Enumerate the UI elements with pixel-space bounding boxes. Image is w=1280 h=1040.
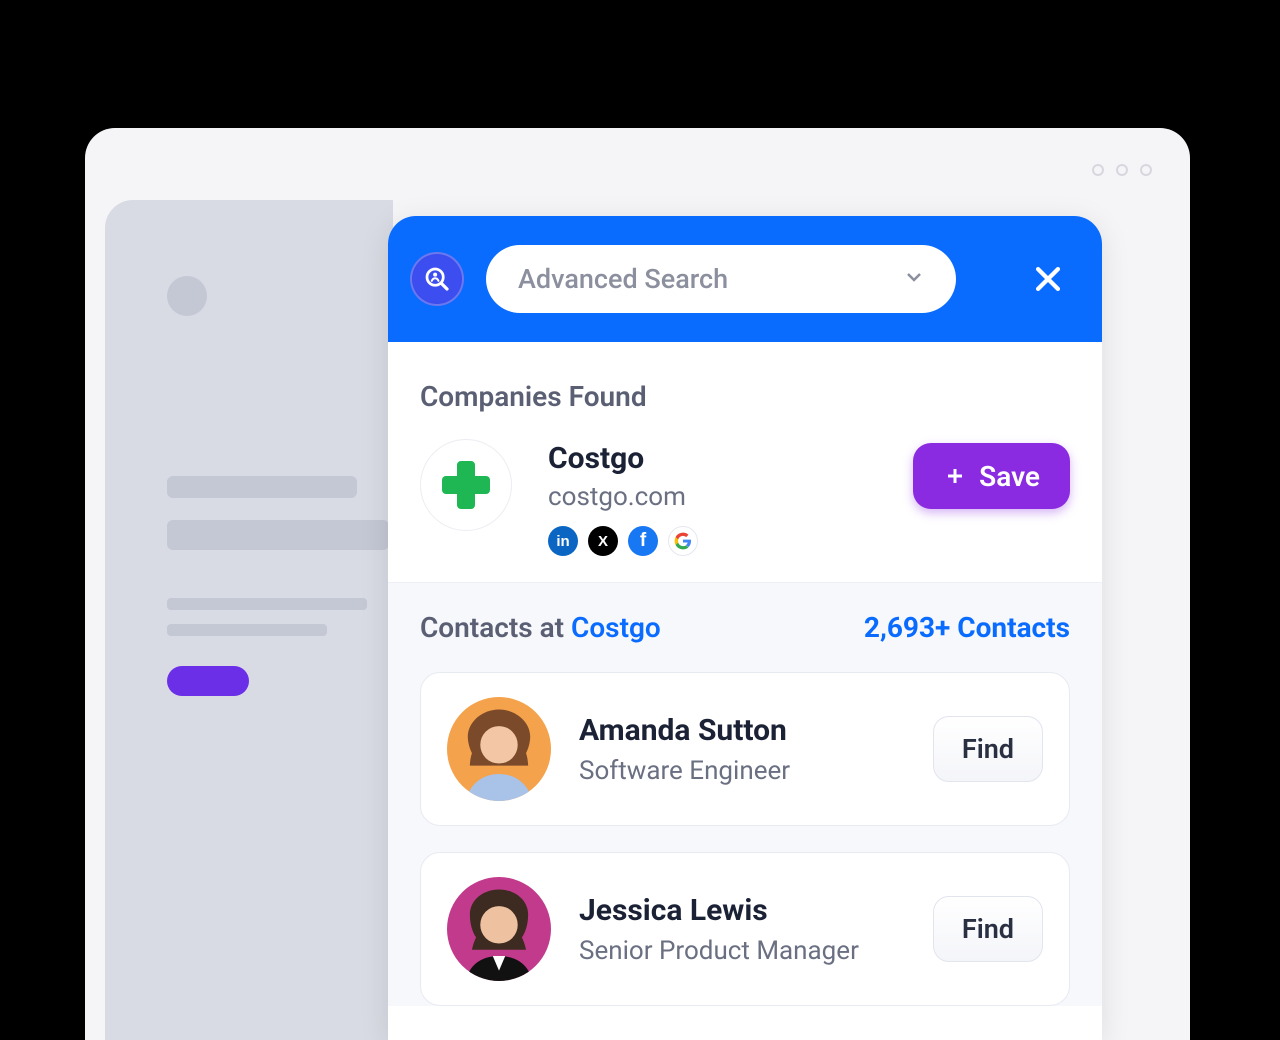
extension-panel: Advanced Search Companies Found Costgo	[388, 216, 1102, 1040]
contact-role: Senior Product Manager	[579, 936, 859, 966]
contacts-title-company[interactable]: Costgo	[571, 611, 661, 644]
company-row: Costgo costgo.com in X f	[420, 439, 1070, 556]
find-button[interactable]: Find	[933, 896, 1043, 962]
contacts-count[interactable]: 2,693+ Contacts	[864, 611, 1070, 644]
skeleton-line	[167, 520, 389, 550]
chevron-down-icon	[902, 265, 926, 293]
find-button-label: Find	[962, 913, 1014, 945]
contact-card: Jessica Lewis Senior Product Manager Fin…	[420, 852, 1070, 1006]
skeleton-line	[167, 476, 357, 498]
save-button-label: Save	[979, 460, 1040, 493]
advanced-search-dropdown[interactable]: Advanced Search	[486, 245, 956, 313]
plus-icon	[442, 461, 490, 509]
app-logo	[410, 252, 464, 306]
x-icon[interactable]: X	[588, 526, 618, 556]
contacts-section: Contacts at Costgo 2,693+ Contacts Amand…	[388, 583, 1102, 1006]
window-dot	[1140, 164, 1152, 176]
search-placeholder: Advanced Search	[518, 263, 728, 295]
window-dot	[1092, 164, 1104, 176]
contact-name: Jessica Lewis	[579, 893, 859, 928]
facebook-icon[interactable]: f	[628, 526, 658, 556]
linkedin-icon[interactable]: in	[548, 526, 578, 556]
close-icon	[1031, 262, 1065, 296]
page-skeleton	[105, 200, 393, 1040]
skeleton-avatar	[167, 276, 207, 316]
find-button-label: Find	[962, 733, 1014, 765]
avatar	[447, 697, 551, 801]
window-dot	[1116, 164, 1128, 176]
companies-section: Companies Found Costgo costgo.com in X f	[388, 342, 1102, 583]
contact-card: Amanda Sutton Software Engineer Find	[420, 672, 1070, 826]
google-icon[interactable]	[668, 526, 698, 556]
plus-icon	[943, 464, 967, 488]
skeleton-line	[167, 624, 327, 636]
save-button[interactable]: Save	[913, 443, 1070, 509]
social-links: in X f	[548, 526, 698, 556]
close-button[interactable]	[1028, 259, 1068, 299]
skeleton-button	[167, 666, 249, 696]
skeleton-line	[167, 598, 367, 610]
search-icon	[422, 264, 452, 294]
contacts-section-title: Contacts at Costgo	[420, 611, 661, 644]
panel-header: Advanced Search	[388, 216, 1102, 342]
contact-role: Software Engineer	[579, 756, 790, 786]
contacts-title-prefix: Contacts at	[420, 611, 571, 644]
companies-section-title: Companies Found	[420, 380, 1070, 413]
company-name: Costgo	[548, 441, 698, 476]
avatar	[447, 877, 551, 981]
company-logo	[420, 439, 512, 531]
find-button[interactable]: Find	[933, 716, 1043, 782]
company-domain[interactable]: costgo.com	[548, 482, 698, 512]
contact-name: Amanda Sutton	[579, 713, 790, 748]
window-controls	[1092, 164, 1152, 176]
